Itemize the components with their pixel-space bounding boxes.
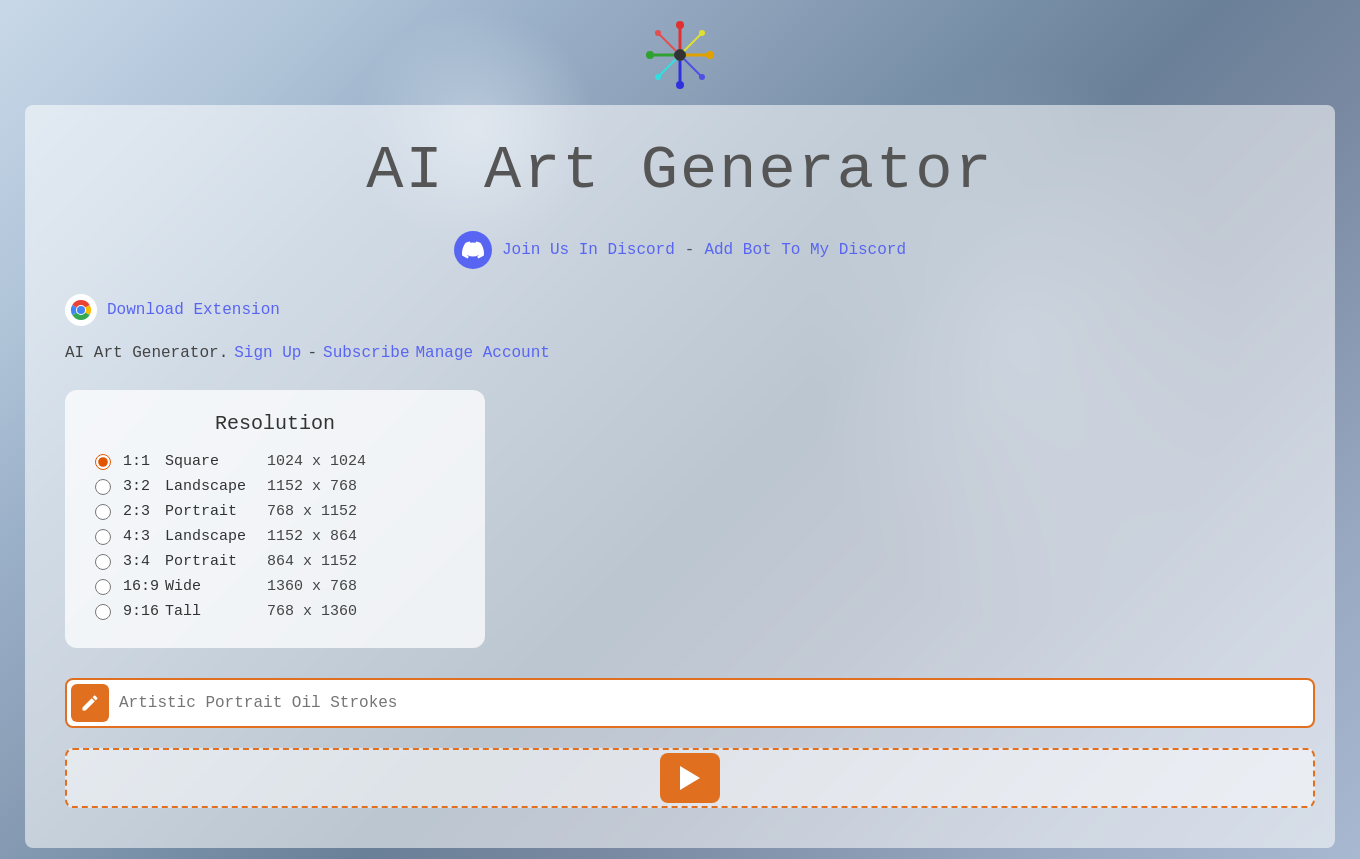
resolution-radio-0[interactable]: [95, 454, 111, 470]
svg-line-5: [658, 33, 676, 51]
svg-line-6: [684, 59, 702, 77]
discord-separator: -: [685, 241, 695, 259]
app-logo: [640, 15, 720, 95]
option-ratio: 4:3: [123, 528, 153, 545]
page-title: AI Art Generator: [65, 135, 1295, 206]
generate-area: [65, 748, 1315, 808]
signup-link[interactable]: Sign Up: [234, 344, 301, 362]
resolution-option[interactable]: 2:3 Portrait 768 x 1152: [95, 503, 455, 520]
svg-point-11: [646, 51, 654, 59]
join-discord-link[interactable]: Join Us In Discord: [502, 241, 675, 259]
svg-point-13: [655, 30, 661, 36]
resolution-radio-3[interactable]: [95, 529, 111, 545]
svg-point-14: [699, 74, 705, 80]
resolution-option[interactable]: 3:2 Landscape 1152 x 768: [95, 478, 455, 495]
option-dims: 1024 x 1024: [267, 453, 366, 470]
resolution-option[interactable]: 9:16 Tall 768 x 1360: [95, 603, 455, 620]
option-ratio: 9:16: [123, 603, 153, 620]
option-ratio: 2:3: [123, 503, 153, 520]
play-icon: [680, 766, 700, 790]
svg-line-7: [684, 33, 702, 51]
option-ratio: 16:9: [123, 578, 153, 595]
option-dims: 864 x 1152: [267, 553, 357, 570]
option-name: Portrait: [165, 553, 255, 570]
generate-button[interactable]: [660, 753, 720, 803]
svg-line-8: [658, 59, 676, 77]
svg-point-16: [655, 74, 661, 80]
main-card: AI Art Generator Join Us In Discord - Ad…: [25, 105, 1335, 848]
svg-point-12: [706, 51, 714, 59]
prompt-input[interactable]: [109, 686, 1305, 720]
discord-row: Join Us In Discord - Add Bot To My Disco…: [65, 231, 1295, 269]
option-name: Portrait: [165, 503, 255, 520]
resolution-option[interactable]: 1:1 Square 1024 x 1024: [95, 453, 455, 470]
resolution-option[interactable]: 3:4 Portrait 864 x 1152: [95, 553, 455, 570]
pencil-button[interactable]: [71, 684, 109, 722]
account-prefix: AI Art Generator.: [65, 344, 228, 362]
subscribe-link[interactable]: Subscribe: [323, 344, 409, 362]
option-ratio: 3:2: [123, 478, 153, 495]
resolution-radio-2[interactable]: [95, 504, 111, 520]
option-name: Square: [165, 453, 255, 470]
extension-row: Download Extension: [65, 294, 1295, 326]
download-extension-link[interactable]: Download Extension: [107, 301, 280, 319]
resolution-option[interactable]: 4:3 Landscape 1152 x 864: [95, 528, 455, 545]
option-name: Tall: [165, 603, 255, 620]
resolution-radio-1[interactable]: [95, 479, 111, 495]
resolution-radio-4[interactable]: [95, 554, 111, 570]
option-ratio: 1:1: [123, 453, 153, 470]
resolution-radio-5[interactable]: [95, 579, 111, 595]
option-name: Wide: [165, 578, 255, 595]
account-row: AI Art Generator. Sign Up - Subscribe Ma…: [65, 344, 1295, 362]
resolution-option[interactable]: 16:9 Wide 1360 x 768: [95, 578, 455, 595]
manage-account-link[interactable]: Manage Account: [415, 344, 549, 362]
option-dims: 1152 x 864: [267, 528, 357, 545]
discord-icon: [454, 231, 492, 269]
prompt-input-wrapper: [65, 678, 1315, 728]
resolution-title: Resolution: [95, 412, 455, 435]
resolution-box: Resolution 1:1 Square 1024 x 1024 3:2 Landsc…: [65, 390, 485, 648]
option-ratio: 3:4: [123, 553, 153, 570]
svg-point-10: [676, 81, 684, 89]
prompt-container: [65, 678, 1315, 728]
resolution-options: 1:1 Square 1024 x 1024 3:2 Landscape 1152 x 7…: [95, 453, 455, 620]
option-dims: 1360 x 768: [267, 578, 357, 595]
option-dims: 768 x 1360: [267, 603, 357, 620]
option-dims: 768 x 1152: [267, 503, 357, 520]
svg-point-15: [699, 30, 705, 36]
header: [0, 0, 1360, 105]
option-name: Landscape: [165, 478, 255, 495]
option-name: Landscape: [165, 528, 255, 545]
chrome-icon: [65, 294, 97, 326]
svg-point-20: [77, 306, 85, 314]
account-separator: -: [307, 344, 317, 362]
add-bot-link[interactable]: Add Bot To My Discord: [704, 241, 906, 259]
resolution-radio-6[interactable]: [95, 604, 111, 620]
option-dims: 1152 x 768: [267, 478, 357, 495]
content-wrapper: AI Art Generator Join Us In Discord - Ad…: [0, 0, 1360, 859]
svg-point-9: [676, 21, 684, 29]
